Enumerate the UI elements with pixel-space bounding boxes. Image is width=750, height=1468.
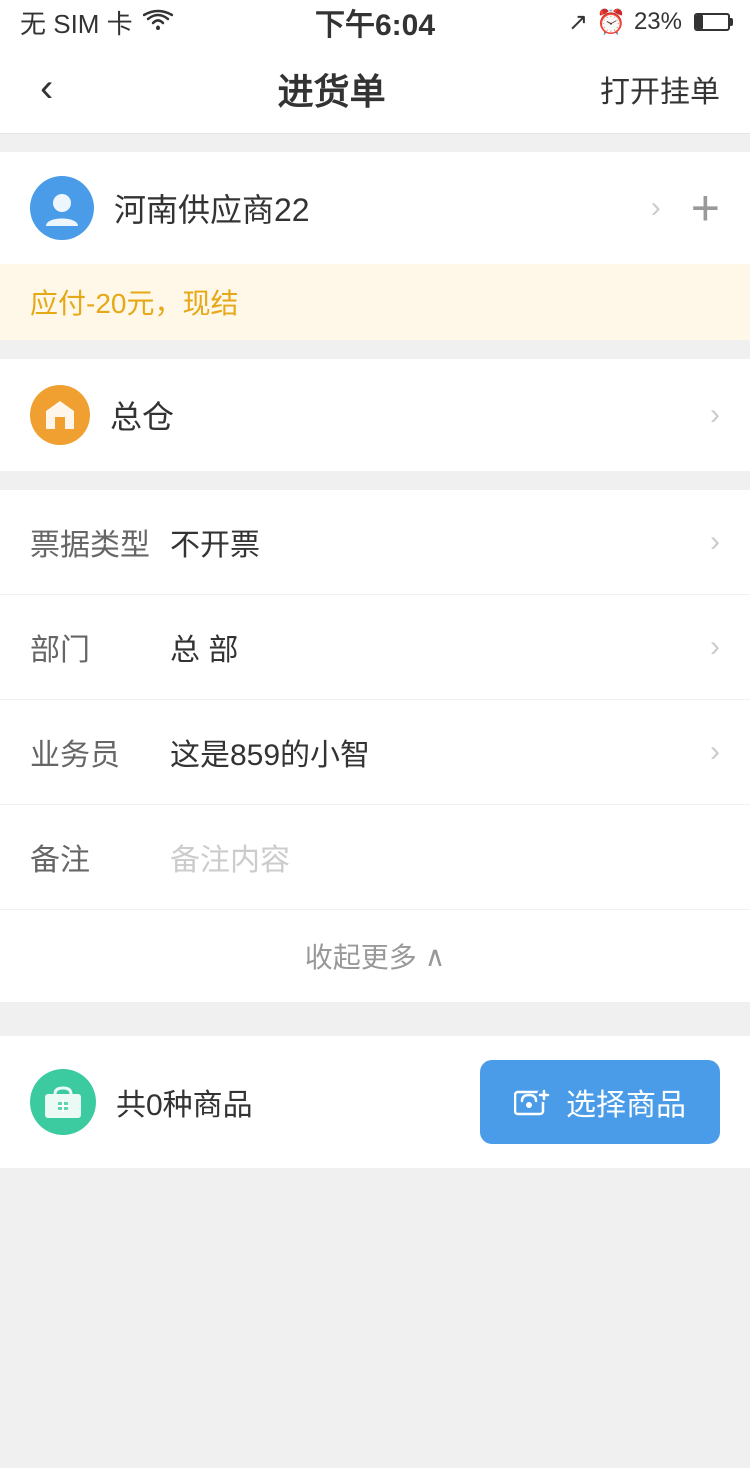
add-supplier-button[interactable]: + bbox=[691, 179, 720, 237]
remark-input[interactable]: 备注内容 bbox=[170, 835, 720, 879]
section-divider-1 bbox=[0, 134, 750, 152]
department-label: 部门 bbox=[30, 625, 170, 669]
select-product-button[interactable]: 选择商品 bbox=[480, 1060, 720, 1144]
salesperson-chevron-icon: › bbox=[710, 735, 720, 769]
invoice-type-label: 票据类型 bbox=[30, 520, 170, 564]
supplier-row[interactable]: 河南供应商22 › + bbox=[0, 152, 750, 264]
salesperson-label: 业务员 bbox=[30, 730, 170, 774]
status-right: ↗ ⏰ 23% bbox=[568, 8, 730, 37]
collapse-text: 收起更多 bbox=[305, 936, 417, 976]
department-value: 总 部 bbox=[170, 625, 710, 669]
background-fill bbox=[0, 1168, 750, 1468]
section-divider-4 bbox=[0, 1002, 750, 1020]
supplier-avatar bbox=[30, 176, 94, 240]
warehouse-chevron-icon: › bbox=[710, 398, 720, 432]
salesperson-value: 这是859的小智 bbox=[170, 730, 710, 774]
product-icon bbox=[30, 1069, 96, 1135]
battery-icon bbox=[694, 13, 730, 31]
collapse-bar[interactable]: 收起更多 ∧ bbox=[0, 909, 750, 1002]
alarm-icon: ⏰ bbox=[596, 8, 626, 37]
supplier-section: 河南供应商22 › + 应付-20元，现结 bbox=[0, 152, 750, 340]
status-bar: 无 SIM 卡 下午6:04 ↗ ⏰ 23% bbox=[0, 0, 750, 44]
back-button[interactable]: ‹ bbox=[30, 56, 63, 121]
invoice-type-row[interactable]: 票据类型 不开票 › bbox=[0, 489, 750, 594]
section-divider-3 bbox=[0, 471, 750, 489]
page-title: 进货单 bbox=[278, 63, 386, 115]
department-chevron-icon: › bbox=[710, 630, 720, 664]
invoice-type-chevron-icon: › bbox=[710, 525, 720, 559]
department-row[interactable]: 部门 总 部 › bbox=[0, 594, 750, 699]
invoice-type-value: 不开票 bbox=[170, 520, 710, 564]
wifi-icon bbox=[143, 7, 173, 38]
alert-text: 应付-20元，现结 bbox=[30, 288, 238, 319]
location-icon: ↗ bbox=[568, 8, 588, 37]
warehouse-row[interactable]: 总仓 › bbox=[0, 358, 750, 471]
alert-banner: 应付-20元，现结 bbox=[0, 264, 750, 340]
remark-label: 备注 bbox=[30, 835, 170, 879]
warehouse-icon bbox=[30, 385, 90, 445]
status-time: 下午6:04 bbox=[315, 0, 435, 44]
section-divider-2 bbox=[0, 340, 750, 358]
warehouse-name: 总仓 bbox=[110, 392, 710, 438]
salesperson-row[interactable]: 业务员 这是859的小智 › bbox=[0, 699, 750, 804]
supplier-chevron-icon: › bbox=[651, 191, 661, 225]
remark-row[interactable]: 备注 备注内容 bbox=[0, 804, 750, 909]
form-section: 票据类型 不开票 › 部门 总 部 › 业务员 这是859的小智 › 备注 备注… bbox=[0, 489, 750, 1002]
open-pending-button[interactable]: 打开挂单 bbox=[600, 67, 720, 111]
supplier-name: 河南供应商22 bbox=[114, 185, 651, 231]
product-count-label: 共0种商品 bbox=[116, 1080, 480, 1124]
select-product-label: 选择商品 bbox=[566, 1080, 686, 1124]
nav-bar: ‹ 进货单 打开挂单 bbox=[0, 44, 750, 134]
battery-label: 23% bbox=[634, 8, 682, 36]
bottom-section: 共0种商品 选择商品 bbox=[0, 1036, 750, 1168]
sim-label: 无 SIM 卡 bbox=[20, 4, 133, 41]
collapse-icon: ∧ bbox=[425, 940, 446, 973]
status-left: 无 SIM 卡 bbox=[20, 4, 173, 41]
